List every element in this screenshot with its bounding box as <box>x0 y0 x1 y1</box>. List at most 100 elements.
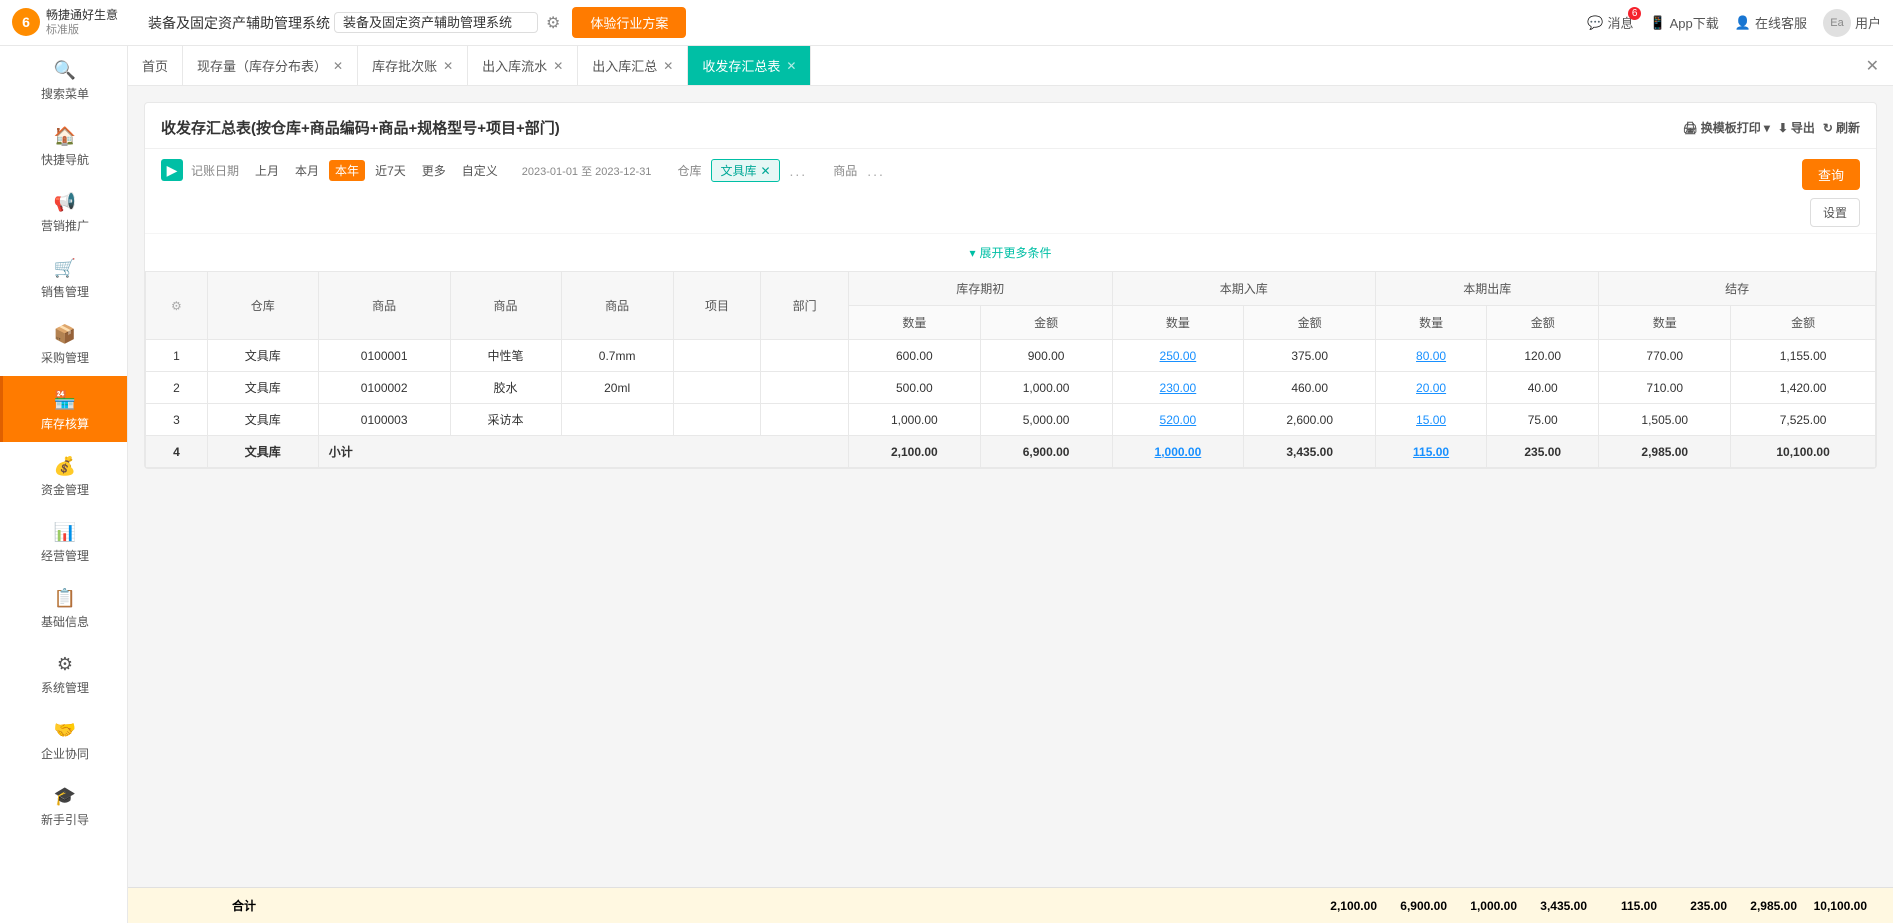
expand-conditions-button[interactable]: ▾ 展开更多条件 <box>969 244 1051 261</box>
filter-toggle-button[interactable]: ▶ <box>161 159 183 181</box>
online-service-button[interactable]: 👤 在线客服 <box>1735 13 1807 32</box>
tab-inout-summary-close[interactable]: ✕ <box>663 59 673 73</box>
cell-project <box>673 372 761 404</box>
sidebar-item-label: 营销推广 <box>41 217 89 234</box>
sidebar-item-marketing[interactable]: 📢 营销推广 <box>0 178 127 244</box>
content-area: 首页 现存量（库存分布表） ✕ 库存批次账 ✕ 出入库流水 ✕ 出入库汇总 ✕ … <box>128 46 1893 923</box>
online-service-label: 在线客服 <box>1755 13 1807 32</box>
sidebar-item-purchase[interactable]: 📦采购管理 <box>0 310 127 376</box>
tab-inout-flow-close[interactable]: ✕ <box>553 59 563 73</box>
finance-icon: 💰 <box>54 456 76 477</box>
cell-bal-amt: 1,420.00 <box>1731 372 1876 404</box>
cell-in-amt: 375.00 <box>1244 340 1376 372</box>
date-7-days[interactable]: 近7天 <box>369 160 412 181</box>
th-bal-amt: 金额 <box>1731 306 1876 340</box>
cell-st-in-qty[interactable]: 1,000.00 <box>1112 436 1244 468</box>
main-layout: 🔍搜索菜单 🏠 快捷导航 📢 营销推广 🛒销售管理📦采购管理🏪库存核算💰资金管理📊经营管理… <box>0 46 1893 923</box>
cell-bal-qty: 710.00 <box>1599 372 1731 404</box>
goods-more-dots[interactable]: ... <box>867 163 885 179</box>
actions-column: 查询 设置 <box>1770 159 1860 227</box>
goods-filter-label: 商品 <box>833 162 857 179</box>
cell-in-qty[interactable]: 250.00 <box>1112 340 1244 372</box>
settings-button[interactable]: 设置 <box>1810 198 1860 227</box>
gear-icon[interactable]: ⚙ <box>546 13 560 33</box>
cell-dept <box>761 372 849 404</box>
tab-inout-flow-label: 出入库流水 <box>482 56 547 75</box>
warehouse-more-dots[interactable]: ... <box>790 163 808 179</box>
sidebar-item-quick_nav[interactable]: 🏠 快捷导航 <box>0 112 127 178</box>
experience-button[interactable]: 体验行业方案 <box>572 7 686 38</box>
marketing-icon: 📢 <box>54 192 76 213</box>
th-goods-name: 商品 <box>450 272 561 340</box>
expand-icon: ▾ <box>969 246 975 260</box>
date-custom[interactable]: 自定义 <box>456 160 504 181</box>
sidebar-item-label: 快捷导航 <box>41 151 89 168</box>
tab-stock-dist-close[interactable]: ✕ <box>333 59 343 73</box>
cell-out-qty[interactable]: 80.00 <box>1376 340 1487 372</box>
sidebar-item-system[interactable]: ⚙系统管理 <box>0 640 127 706</box>
tab-inout-summary[interactable]: 出入库汇总 ✕ <box>578 46 688 86</box>
sales-icon: 🛒 <box>54 258 76 279</box>
sidebar-item-label: 企业协同 <box>41 745 89 762</box>
user-menu[interactable]: Ea 用户 <box>1823 9 1881 37</box>
sidebar-item-enterprise[interactable]: 🤝企业协同 <box>0 706 127 772</box>
cell-st-out-qty[interactable]: 115.00 <box>1376 436 1487 468</box>
sidebar-item-basic_info[interactable]: 📋基础信息 <box>0 574 127 640</box>
date-last-month[interactable]: 上月 <box>249 160 285 181</box>
tab-stock-dist[interactable]: 现存量（库存分布表） ✕ <box>183 46 358 86</box>
cell-goods-name: 胶水 <box>450 372 561 404</box>
cell-st-bal-qty: 2,985.00 <box>1599 436 1731 468</box>
cell-in-qty[interactable]: 520.00 <box>1112 404 1244 436</box>
print-button[interactable]: 🖨 换模板打印 ▾ <box>1683 119 1770 136</box>
app-download-button[interactable]: 📱 App下载 <box>1649 13 1718 32</box>
data-table: ⚙ 仓库 商品 商品 商品 项目 部门 库存期初 本期入库 本期出库 结存 <box>145 271 1876 468</box>
total-in-qty: 1,000.00 <box>1457 899 1527 913</box>
tab-batch[interactable]: 库存批次账 ✕ <box>358 46 468 86</box>
date-range-display: 2023-01-01 至 2023-12-31 <box>522 163 652 179</box>
date-this-month[interactable]: 本月 <box>289 160 325 181</box>
refresh-button[interactable]: ↻ 刷新 <box>1823 119 1860 136</box>
cell-opening-amt: 900.00 <box>980 340 1112 372</box>
tab-recv-send-close[interactable]: ✕ <box>786 59 796 73</box>
cell-goods-name: 采访本 <box>450 404 561 436</box>
date-this-year[interactable]: 本年 <box>329 160 365 181</box>
date-more[interactable]: 更多 <box>416 160 452 181</box>
cell-in-qty[interactable]: 230.00 <box>1112 372 1244 404</box>
bottom-totals-bar: 合计 2,100.00 6,900.00 1,000.00 3,435.00 1… <box>128 887 1893 923</box>
tabs-close-all[interactable]: ✕ <box>1852 56 1893 76</box>
warehouse-tag-remove[interactable]: ✕ <box>760 164 770 178</box>
cell-dept <box>761 404 849 436</box>
tab-batch-close[interactable]: ✕ <box>443 59 453 73</box>
cell-st-opening-qty: 2,100.00 <box>848 436 980 468</box>
sidebar-item-operation[interactable]: 📊经营管理 <box>0 508 127 574</box>
total-in-amt: 3,435.00 <box>1527 899 1597 913</box>
sidebar-item-search[interactable]: 🔍搜索菜单 <box>0 46 127 112</box>
tab-inout-flow[interactable]: 出入库流水 ✕ <box>468 46 578 86</box>
sidebar-item-inventory[interactable]: 🏪库存核算 <box>0 376 127 442</box>
cell-no: 1 <box>146 340 208 372</box>
message-button[interactable]: 💬 消息 6 <box>1587 13 1633 32</box>
quick_nav-icon: 🏠 <box>54 126 76 147</box>
cell-out-qty[interactable]: 20.00 <box>1376 372 1487 404</box>
tab-recv-send[interactable]: 收发存汇总表 ✕ <box>688 46 811 86</box>
cell-warehouse: 文具库 <box>207 372 318 404</box>
cell-st-warehouse: 文具库 <box>207 436 318 468</box>
th-balance-group: 结存 <box>1599 272 1876 306</box>
cell-bal-amt: 7,525.00 <box>1731 404 1876 436</box>
cell-st-label: 小计 <box>318 436 848 468</box>
cell-out-qty[interactable]: 15.00 <box>1376 404 1487 436</box>
cell-out-amt: 120.00 <box>1487 340 1599 372</box>
export-button[interactable]: ⬇ 导出 <box>1778 119 1815 136</box>
tab-batch-label: 库存批次账 <box>372 56 437 75</box>
refresh-label: 刷新 <box>1836 119 1860 136</box>
cell-goods-code: 0100002 <box>318 372 450 404</box>
cell-project <box>673 404 761 436</box>
sidebar-item-label: 基础信息 <box>41 613 89 630</box>
system-select[interactable]: 装备及固定资产辅助管理系统 <box>334 12 538 33</box>
sidebar-item-finance[interactable]: 💰资金管理 <box>0 442 127 508</box>
sidebar-item-newbie[interactable]: 🎓新手引导 <box>0 772 127 838</box>
query-button[interactable]: 查询 <box>1802 159 1860 190</box>
sidebar-item-sales[interactable]: 🛒销售管理 <box>0 244 127 310</box>
tab-home[interactable]: 首页 <box>128 46 183 86</box>
th-settings[interactable]: ⚙ <box>146 272 208 340</box>
